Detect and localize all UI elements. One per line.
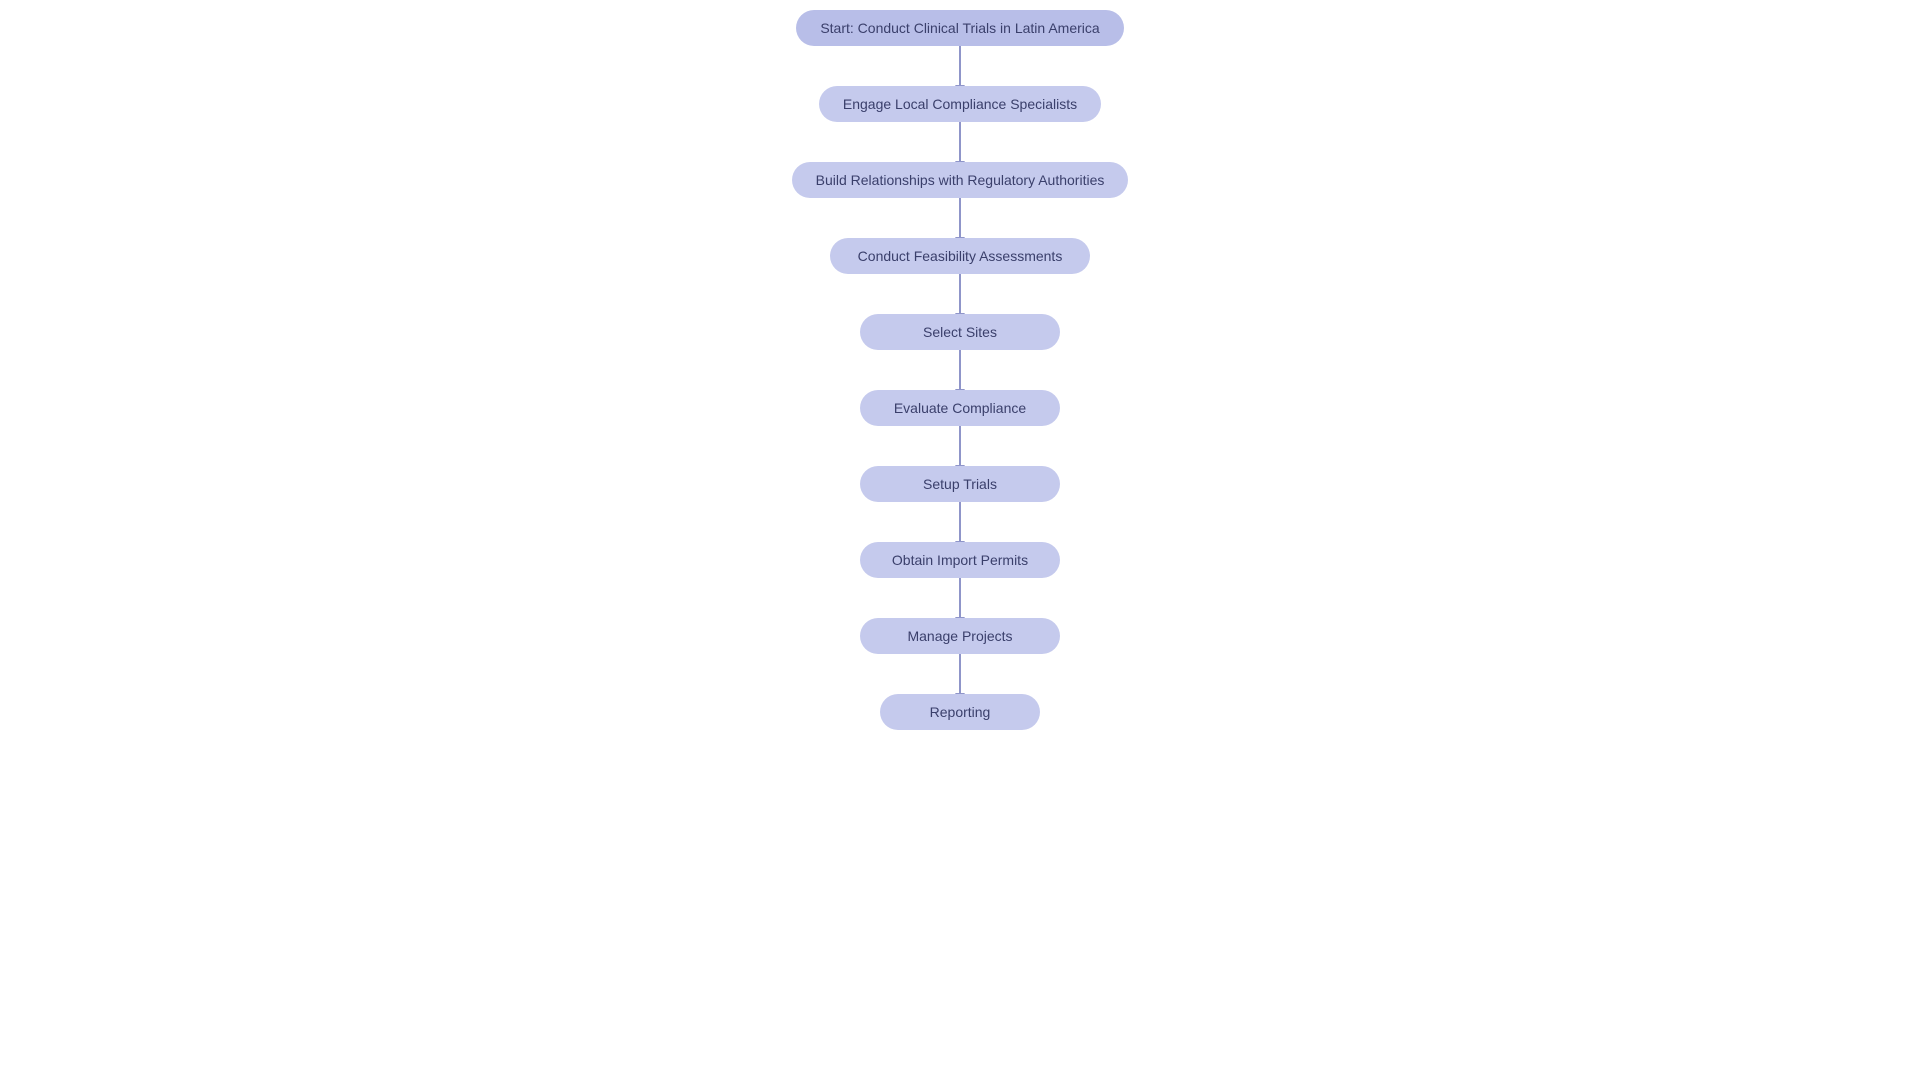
- connector-4: [959, 274, 961, 314]
- node-build-label: Build Relationships with Regulatory Auth…: [816, 172, 1105, 188]
- node-conduct: Conduct Feasibility Assessments: [830, 238, 1090, 274]
- connector-2: [959, 122, 961, 162]
- node-reporting: Reporting: [880, 694, 1040, 730]
- connector-3: [959, 198, 961, 238]
- node-select-label: Select Sites: [923, 324, 997, 340]
- node-build: Build Relationships with Regulatory Auth…: [792, 162, 1129, 198]
- connector-5: [959, 350, 961, 390]
- connector-9: [959, 654, 961, 694]
- node-start: Start: Conduct Clinical Trials in Latin …: [796, 10, 1123, 46]
- connector-6: [959, 426, 961, 466]
- node-engage: Engage Local Compliance Specialists: [819, 86, 1101, 122]
- connector-8: [959, 578, 961, 618]
- node-start-label: Start: Conduct Clinical Trials in Latin …: [820, 20, 1099, 36]
- node-obtain: Obtain Import Permits: [860, 542, 1060, 578]
- connector-7: [959, 502, 961, 542]
- node-manage-label: Manage Projects: [907, 628, 1012, 644]
- flowchart: Start: Conduct Clinical Trials in Latin …: [0, 0, 1920, 730]
- node-conduct-label: Conduct Feasibility Assessments: [858, 248, 1063, 264]
- node-reporting-label: Reporting: [930, 704, 991, 720]
- node-evaluate: Evaluate Compliance: [860, 390, 1060, 426]
- node-engage-label: Engage Local Compliance Specialists: [843, 96, 1077, 112]
- connector-1: [959, 46, 961, 86]
- node-setup-label: Setup Trials: [923, 476, 997, 492]
- node-obtain-label: Obtain Import Permits: [892, 552, 1028, 568]
- node-select: Select Sites: [860, 314, 1060, 350]
- node-setup: Setup Trials: [860, 466, 1060, 502]
- node-evaluate-label: Evaluate Compliance: [894, 400, 1026, 416]
- node-manage: Manage Projects: [860, 618, 1060, 654]
